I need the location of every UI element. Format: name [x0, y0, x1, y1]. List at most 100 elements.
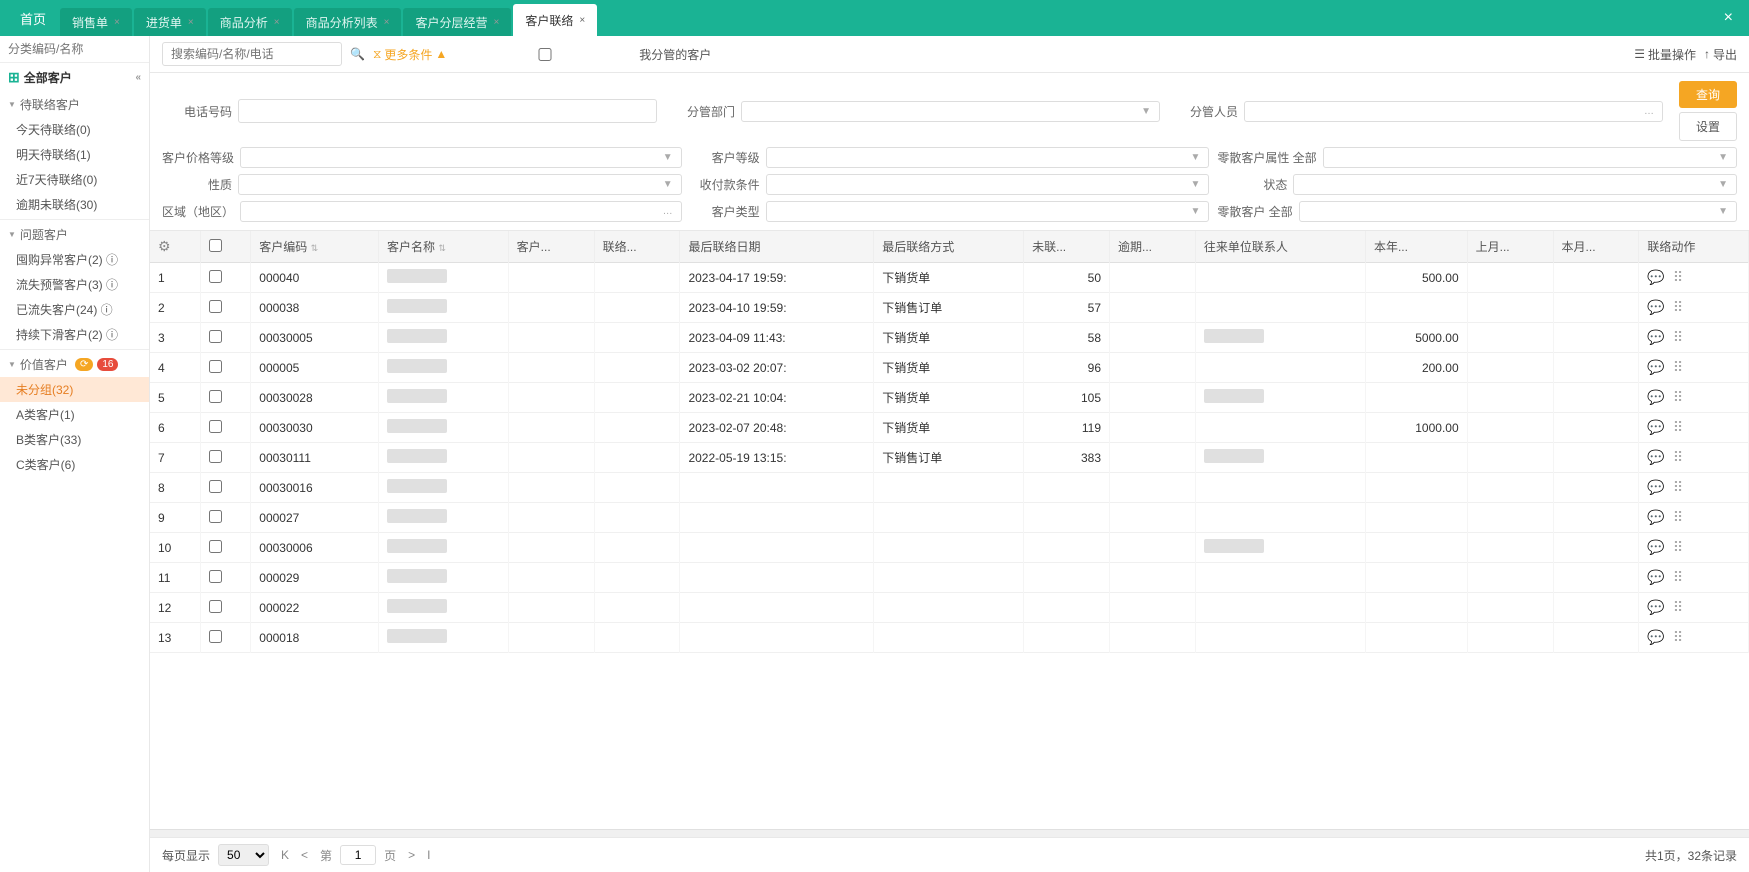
tab-analysis[interactable]: 商品分析 ×	[208, 8, 292, 36]
tab-analysis-list-close[interactable]: ×	[384, 17, 390, 28]
more-action-icon[interactable]: ⠿	[1673, 299, 1683, 316]
row-checkbox[interactable]	[209, 270, 222, 283]
more-action-icon[interactable]: ⠿	[1673, 419, 1683, 436]
export-btn[interactable]: ↑ 导出	[1704, 46, 1737, 63]
more-action-icon[interactable]: ⠿	[1673, 629, 1683, 646]
page-size-select[interactable]: 50 20 100	[218, 844, 269, 866]
search-input[interactable]	[162, 42, 342, 66]
field-dept-select[interactable]: ▼	[741, 101, 1160, 122]
row-checkbox[interactable]	[209, 600, 222, 613]
all-customers-header[interactable]: ⊞ 全部客户 «	[0, 63, 149, 92]
my-customers-filter[interactable]: 我分管的客户	[455, 46, 711, 63]
close-all-tabs[interactable]: ×	[1716, 9, 1741, 27]
chat-icon[interactable]: 💬	[1647, 569, 1664, 586]
batch-op-btn[interactable]: ☰ 批量操作	[1634, 46, 1696, 63]
tab-customer-layer-close[interactable]: ×	[493, 17, 499, 28]
chat-icon[interactable]: 💬	[1647, 629, 1664, 646]
first-page-btn[interactable]: K	[277, 846, 293, 864]
sidebar-item-7days[interactable]: 近7天待联络(0)	[0, 167, 149, 192]
row-checkbox[interactable]	[209, 480, 222, 493]
field-phone-input[interactable]	[238, 99, 657, 123]
field-scattered-attr-select[interactable]: ▼	[1323, 147, 1737, 168]
sidebar-item-declining[interactable]: 持续下滑客户(2) ⓘ	[0, 322, 149, 347]
link-cell[interactable]: 下销货单	[882, 391, 930, 405]
chat-icon[interactable]: 💬	[1647, 299, 1664, 316]
tab-sales[interactable]: 销售单 ×	[60, 8, 132, 36]
link-cell[interactable]: 下销售订单	[882, 301, 942, 315]
more-action-icon[interactable]: ⠿	[1673, 449, 1683, 466]
select-all-checkbox[interactable]	[209, 239, 222, 252]
sidebar-collapse-btn[interactable]: «	[135, 72, 141, 83]
chat-icon[interactable]: 💬	[1647, 509, 1664, 526]
prev-page-btn[interactable]: <	[297, 846, 312, 864]
sidebar-item-class-c[interactable]: C类客户(6)	[0, 452, 149, 477]
field-customer-type-select[interactable]: ▼	[766, 201, 1210, 222]
row-checkbox[interactable]	[209, 540, 222, 553]
chat-icon[interactable]: 💬	[1647, 329, 1664, 346]
sidebar-item-overdue[interactable]: 逾期未联络(30)	[0, 192, 149, 217]
link-cell[interactable]: 下销货单	[882, 271, 930, 285]
chat-icon[interactable]: 💬	[1647, 479, 1664, 496]
next-page-btn[interactable]: >	[404, 846, 419, 864]
row-checkbox[interactable]	[209, 450, 222, 463]
my-customers-checkbox[interactable]	[455, 48, 635, 61]
tab-purchase[interactable]: 进货单 ×	[134, 8, 206, 36]
more-action-icon[interactable]: ⠿	[1673, 569, 1683, 586]
sidebar-item-today[interactable]: 今天待联络(0)	[0, 117, 149, 142]
link-cell[interactable]: 下销货单	[882, 361, 930, 375]
sidebar-item-churned[interactable]: 已流失客户(24) ⓘ	[0, 297, 149, 322]
row-checkbox[interactable]	[209, 420, 222, 433]
bottom-scroll-bar[interactable]	[150, 829, 1749, 837]
tab-customer-contact-close[interactable]: ×	[579, 15, 585, 26]
field-manager-select[interactable]: …	[1244, 101, 1663, 122]
settings-icon[interactable]: ⚙	[158, 238, 171, 254]
row-checkbox[interactable]	[209, 360, 222, 373]
chat-icon[interactable]: 💬	[1647, 449, 1664, 466]
page-number-input[interactable]	[340, 845, 376, 865]
field-customer-level-select[interactable]: ▼	[766, 147, 1210, 168]
chat-icon[interactable]: 💬	[1647, 269, 1664, 286]
row-checkbox[interactable]	[209, 330, 222, 343]
more-action-icon[interactable]: ⠿	[1673, 389, 1683, 406]
field-region-select[interactable]: …	[240, 201, 682, 222]
tab-analysis-close[interactable]: ×	[274, 17, 280, 28]
tab-sales-close[interactable]: ×	[114, 17, 120, 28]
chat-icon[interactable]: 💬	[1647, 389, 1664, 406]
chat-icon[interactable]: 💬	[1647, 359, 1664, 376]
chat-icon[interactable]: 💬	[1647, 419, 1664, 436]
sidebar-item-ungrouped[interactable]: 未分组(32)	[0, 377, 149, 402]
query-btn[interactable]: 查询	[1679, 81, 1737, 108]
tab-customer-layer[interactable]: 客户分层经营 ×	[403, 8, 511, 36]
more-action-icon[interactable]: ⠿	[1673, 539, 1683, 556]
sidebar-item-class-b[interactable]: B类客户(33)	[0, 427, 149, 452]
row-checkbox[interactable]	[209, 390, 222, 403]
more-action-icon[interactable]: ⠿	[1673, 329, 1683, 346]
home-tab[interactable]: 首页	[8, 0, 58, 36]
link-cell[interactable]: 下销售订单	[882, 451, 942, 465]
row-checkbox[interactable]	[209, 570, 222, 583]
field-payment-select[interactable]: ▼	[766, 174, 1210, 195]
more-action-icon[interactable]: ⠿	[1673, 269, 1683, 286]
field-status-select[interactable]: ▼	[1293, 174, 1737, 195]
chat-icon[interactable]: 💬	[1647, 599, 1664, 616]
tab-purchase-close[interactable]: ×	[188, 17, 194, 28]
sidebar-item-churn-warning[interactable]: 流失预警客户(3) ⓘ	[0, 272, 149, 297]
chat-icon[interactable]: 💬	[1647, 539, 1664, 556]
sidebar-search-input[interactable]	[8, 42, 150, 56]
row-checkbox[interactable]	[209, 510, 222, 523]
more-action-icon[interactable]: ⠿	[1673, 599, 1683, 616]
row-checkbox[interactable]	[209, 300, 222, 313]
sidebar-item-class-a[interactable]: A类客户(1)	[0, 402, 149, 427]
link-cell[interactable]: 下销货单	[882, 421, 930, 435]
link-cell[interactable]: 下销货单	[882, 331, 930, 345]
more-action-icon[interactable]: ⠿	[1673, 509, 1683, 526]
reset-btn[interactable]: 设置	[1679, 112, 1737, 141]
field-scattered-customer-select[interactable]: ▼	[1299, 201, 1737, 222]
more-conditions-btn[interactable]: ⧖ 更多条件 ▲	[373, 46, 447, 63]
sidebar-item-tomorrow[interactable]: 明天待联络(1)	[0, 142, 149, 167]
filter-search-icon[interactable]: 🔍	[350, 47, 365, 61]
tab-analysis-list[interactable]: 商品分析列表 ×	[294, 8, 402, 36]
field-nature-select[interactable]: ▼	[238, 174, 682, 195]
row-checkbox[interactable]	[209, 630, 222, 643]
field-price-level-select[interactable]: ▼	[240, 147, 682, 168]
